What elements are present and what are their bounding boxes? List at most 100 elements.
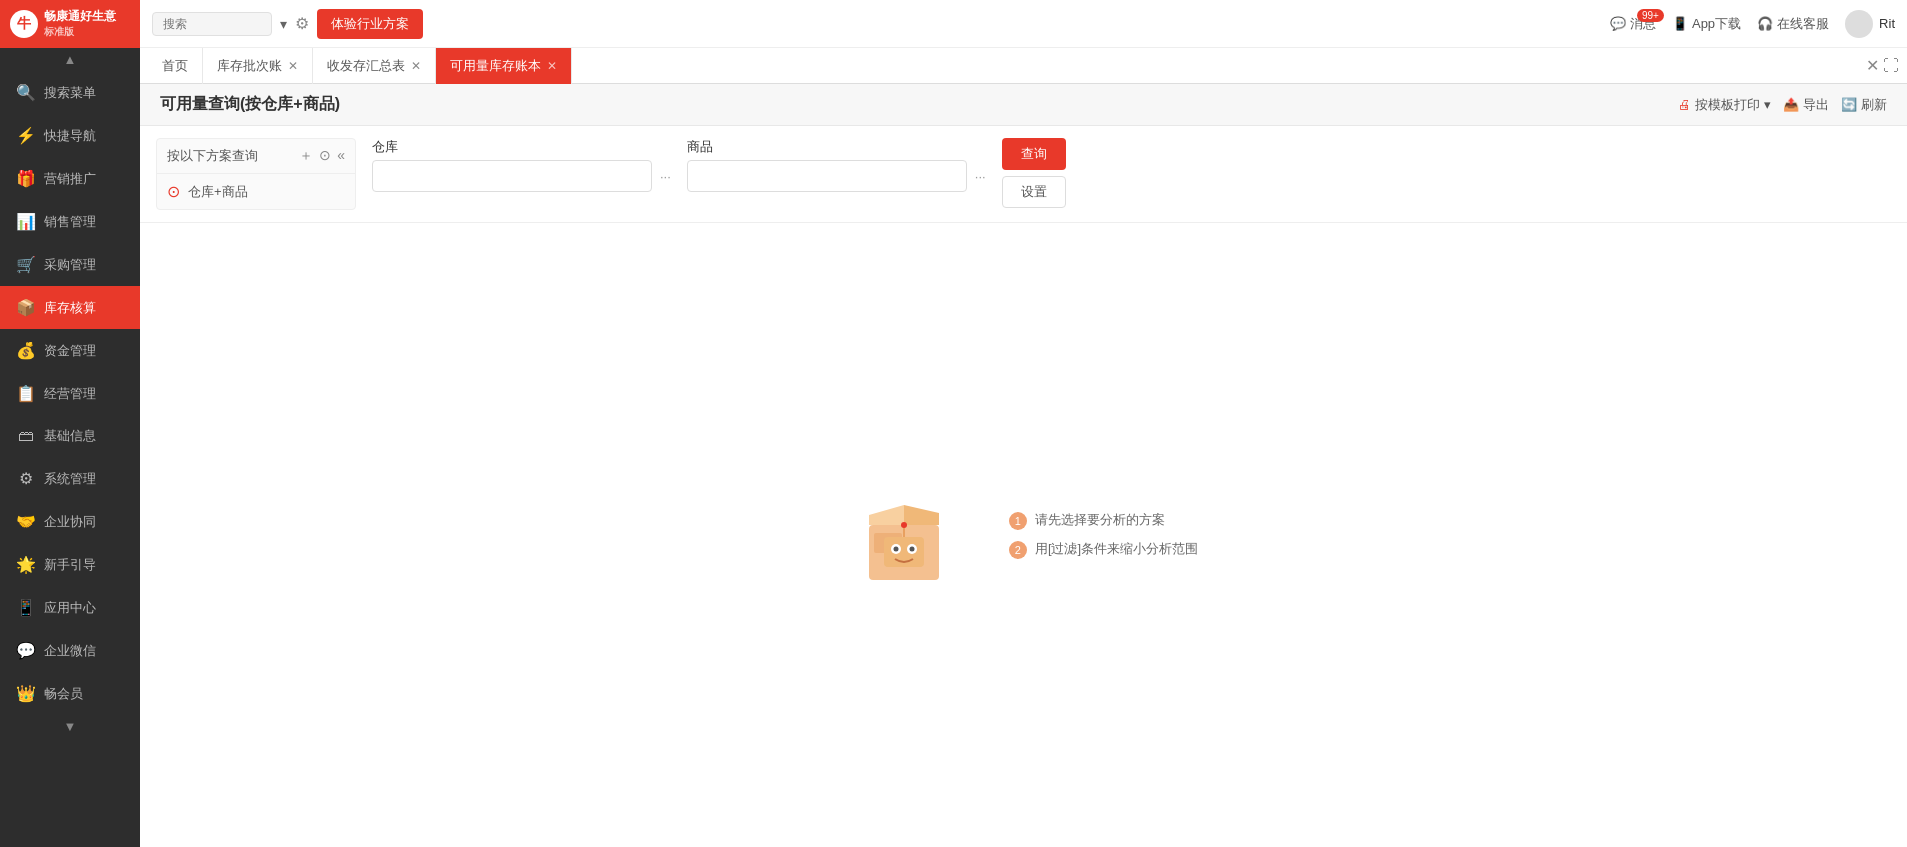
print-btn[interactable]: 🖨 按模板打印 ▾ — [1678, 96, 1771, 114]
sidebar-label-appcenter: 应用中心 — [44, 599, 96, 617]
sidebar-item-search[interactable]: 🔍 搜索菜单 — [0, 71, 140, 114]
sidebar-item-newguide[interactable]: 🌟 新手引导 — [0, 543, 140, 586]
sidebar-item-wechat[interactable]: 💬 企业微信 — [0, 629, 140, 672]
cart-icon: 🛒 — [16, 255, 36, 274]
sidebar-item-appcenter[interactable]: 📱 应用中心 — [0, 586, 140, 629]
empty-svg — [849, 475, 969, 595]
print-dropdown-icon[interactable]: ▾ — [1764, 97, 1771, 112]
empty-state: 1 请先选择要分析的方案 2 用[过滤]条件来缩小分析范围 — [140, 223, 1907, 847]
sidebar-item-baseinfo[interactable]: 🗃 基础信息 — [0, 415, 140, 457]
crown-icon: 👑 — [16, 684, 36, 703]
sidebar-item-finance[interactable]: 💰 资金管理 — [0, 329, 140, 372]
filter-item-icon: ⊙ — [167, 182, 180, 201]
print-icon: 🖨 — [1678, 97, 1691, 112]
sidebar-item-marketing[interactable]: 🎁 营销推广 — [0, 157, 140, 200]
app-download-btn[interactable]: 📱 App下载 — [1672, 15, 1741, 33]
filter-panel-item-warehouse[interactable]: ⊙ 仓库+商品 — [157, 174, 355, 209]
app-icon: 📱 — [1672, 16, 1688, 31]
tab-stock-summary[interactable]: 收发存汇总表 ✕ — [313, 48, 436, 84]
refresh-label: 刷新 — [1861, 96, 1887, 114]
warehouse-input[interactable] — [372, 160, 652, 192]
sidebar-item-operations[interactable]: 📋 经营管理 — [0, 372, 140, 415]
sidebar-item-sales[interactable]: 📊 销售管理 — [0, 200, 140, 243]
sidebar-item-inventory[interactable]: 📦 库存核算 — [0, 286, 140, 329]
app-badge: 标准版 — [44, 25, 116, 39]
svg-point-8 — [909, 547, 914, 552]
goods-more-btn[interactable]: ··· — [975, 169, 986, 184]
warehouse-label: 仓库 — [372, 138, 671, 156]
query-btn[interactable]: 查询 — [1002, 138, 1066, 170]
empty-tips: 1 请先选择要分析的方案 2 用[过滤]条件来缩小分析范围 — [1009, 511, 1198, 559]
filter-collapse-btn[interactable]: « — [337, 147, 345, 165]
tab-summary-close[interactable]: ✕ — [411, 48, 421, 84]
tabs-bar: 首页 库存批次账 ✕ 收发存汇总表 ✕ 可用量库存账本 ✕ ✕ ⛶ — [140, 48, 1907, 84]
topbar-dropdown-btn[interactable]: ▾ — [280, 16, 287, 32]
svg-point-10 — [901, 522, 907, 528]
goods-input[interactable] — [687, 160, 967, 192]
online-service-btn[interactable]: 🎧 在线客服 — [1757, 15, 1829, 33]
filter-settings-btn[interactable]: ⊙ — [319, 147, 331, 165]
tabs-close-all-btn[interactable]: ✕ — [1866, 56, 1879, 75]
scroll-down-btn[interactable]: ▼ — [0, 715, 140, 738]
filter-area: 按以下方案查询 ＋ ⊙ « ⊙ 仓库+商品 仓库 — [140, 126, 1907, 223]
goods-input-row: ··· — [687, 160, 986, 192]
add-filter-btn[interactable]: ＋ — [299, 147, 313, 165]
clipboard-icon: 📋 — [16, 384, 36, 403]
message-icon: 💬 — [1610, 16, 1626, 31]
wechat-icon: 💬 — [16, 641, 36, 660]
sidebar: 牛 畅康通好生意 标准版 ▲ 🔍 搜索菜单 ⚡ 快捷导航 🎁 营销推广 📊 销售… — [0, 0, 140, 847]
tab-available-close[interactable]: ✕ — [547, 48, 557, 84]
settings-btn[interactable]: 设置 — [1002, 176, 1066, 208]
tab-available-stock[interactable]: 可用量库存账本 ✕ — [436, 48, 572, 84]
sidebar-item-quicknav[interactable]: ⚡ 快捷导航 — [0, 114, 140, 157]
refresh-btn[interactable]: 🔄 刷新 — [1841, 96, 1887, 114]
filter-panel-actions: ＋ ⊙ « — [299, 147, 345, 165]
tabs-right: ✕ ⛶ — [1866, 56, 1907, 75]
query-buttons: 查询 设置 — [1002, 138, 1066, 208]
content-area: 可用量查询(按仓库+商品) 🖨 按模板打印 ▾ 📤 导出 🔄 刷新 — [140, 84, 1907, 847]
sidebar-item-enterprise[interactable]: 🤝 企业协同 — [0, 500, 140, 543]
sidebar-item-purchase[interactable]: 🛒 采购管理 — [0, 243, 140, 286]
empty-illustration — [849, 475, 969, 595]
sidebar-label-marketing: 营销推广 — [44, 170, 96, 188]
filter-panel-title: 按以下方案查询 — [167, 147, 258, 165]
print-label: 按模板打印 — [1695, 96, 1760, 114]
tab-batch-account[interactable]: 库存批次账 ✕ — [203, 48, 313, 84]
goods-label: 商品 — [687, 138, 986, 156]
page-actions: 🖨 按模板打印 ▾ 📤 导出 🔄 刷新 — [1678, 96, 1887, 114]
scroll-up-btn[interactable]: ▲ — [0, 48, 140, 71]
svg-marker-2 — [904, 505, 939, 525]
main-content: ▾ ⚙ 体验行业方案 💬 消息 99+ 📱 App下载 🎧 在线客服 Rit — [140, 0, 1907, 847]
tab-home[interactable]: 首页 — [148, 48, 203, 84]
gear-icon: ⚙ — [16, 469, 36, 488]
warehouse-input-row: ··· — [372, 160, 671, 192]
tab-batch-close[interactable]: ✕ — [288, 48, 298, 84]
message-btn[interactable]: 💬 消息 99+ — [1610, 15, 1656, 33]
sidebar-item-system[interactable]: ⚙ 系统管理 — [0, 457, 140, 500]
topbar-search-input[interactable] — [152, 12, 272, 36]
logo-icon: 牛 — [10, 10, 38, 38]
query-area: 仓库 ··· 商品 ··· — [372, 138, 1891, 210]
service-label: 在线客服 — [1777, 15, 1829, 33]
topbar-gear-icon[interactable]: ⚙ — [295, 14, 309, 33]
box-icon: 📦 — [16, 298, 36, 317]
export-label: 导出 — [1803, 96, 1829, 114]
phone-icon: 📱 — [16, 598, 36, 617]
tabs-expand-btn[interactable]: ⛶ — [1883, 57, 1899, 75]
warehouse-more-btn[interactable]: ··· — [660, 169, 671, 184]
empty-content: 1 请先选择要分析的方案 2 用[过滤]条件来缩小分析范围 — [849, 475, 1198, 595]
sidebar-label-sales: 销售管理 — [44, 213, 96, 231]
tip-num-1: 1 — [1009, 512, 1027, 530]
sidebar-label-newguide: 新手引导 — [44, 556, 96, 574]
sidebar-item-member[interactable]: 👑 畅会员 — [0, 672, 140, 715]
user-area[interactable]: Rit — [1845, 10, 1895, 38]
industry-btn[interactable]: 体验行业方案 — [317, 9, 423, 39]
warehouse-field: 仓库 ··· — [372, 138, 671, 192]
sidebar-label-operations: 经营管理 — [44, 385, 96, 403]
gift-icon: 🎁 — [16, 169, 36, 188]
app-name: 畅康通好生意 — [44, 9, 116, 25]
export-btn[interactable]: 📤 导出 — [1783, 96, 1829, 114]
topbar: ▾ ⚙ 体验行业方案 💬 消息 99+ 📱 App下载 🎧 在线客服 Rit — [140, 0, 1907, 48]
sidebar-label-wechat: 企业微信 — [44, 642, 96, 660]
database-icon: 🗃 — [16, 427, 36, 445]
